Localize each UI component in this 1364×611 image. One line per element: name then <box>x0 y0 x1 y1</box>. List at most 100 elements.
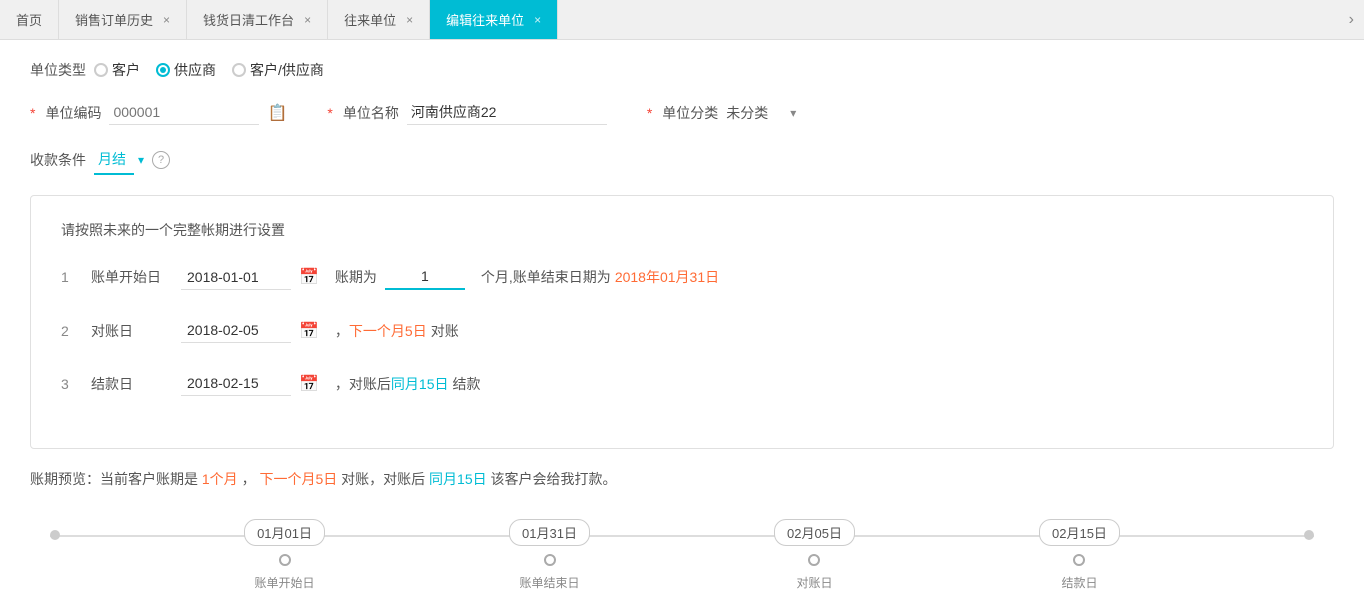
name-group: * 单位名称 <box>327 100 606 125</box>
category-label: 单位分类 <box>662 103 718 123</box>
radio-customer-circle <box>94 63 108 77</box>
timeline-right-end <box>1304 530 1314 540</box>
setting-label-2: 对账日 <box>91 321 181 341</box>
tab-edit-partner-close[interactable]: × <box>534 13 541 27</box>
preview-text: 账期预览：当前客户账期是 1个月 ， 下一个月5日 对账，对账后 同月15日 该… <box>30 469 1334 489</box>
tab-arrow[interactable]: › <box>1339 0 1364 39</box>
name-required-star: * <box>327 105 332 121</box>
radio-supplier-circle <box>156 63 170 77</box>
radio-customer[interactable]: 客户 <box>94 60 140 80</box>
timeline-point-4: 02月15日 结款日 <box>1039 519 1120 591</box>
radio-customer-supplier-label: 客户/供应商 <box>250 60 324 80</box>
timeline-dot-1 <box>279 554 291 566</box>
reconcile-date-input[interactable] <box>181 318 291 343</box>
code-group: * 单位编码 📋 <box>30 100 287 125</box>
reconcile-text-after: 对账 <box>431 321 459 341</box>
radio-customer-supplier[interactable]: 客户/供应商 <box>232 60 324 80</box>
timeline-point-1: 01月01日 账单开始日 <box>244 519 325 591</box>
code-calendar-icon[interactable]: 📋 <box>267 103 287 123</box>
tab-cash-work[interactable]: 钱货日清工作台 × <box>187 0 328 39</box>
code-label: 单位编码 <box>45 103 101 123</box>
preview-suffix: 该客户会给我打款。 <box>491 471 617 487</box>
code-required-star: * <box>30 105 35 121</box>
tab-sales-history-label: 销售订单历史 <box>75 10 153 29</box>
timeline-date-4: 02月15日 <box>1039 519 1120 546</box>
unit-type-row: 单位类型 客户 供应商 客户/供应商 <box>30 60 1334 80</box>
timeline-caption-1: 账单开始日 <box>255 574 315 591</box>
bill-end-date-highlight: 2018年01月31日 <box>615 267 719 287</box>
radio-supplier[interactable]: 供应商 <box>156 60 216 80</box>
category-dropdown[interactable]: 未分类 ▾ <box>726 103 796 123</box>
category-required-star: * <box>647 105 652 121</box>
radio-customer-supplier-circle <box>232 63 246 77</box>
payment-help-icon[interactable]: ? <box>152 151 170 169</box>
tab-cash-work-close[interactable]: × <box>304 13 311 27</box>
payment-select[interactable]: 月结 ▾ <box>94 145 144 175</box>
reconcile-date-calendar-icon[interactable]: 📅 <box>299 321 319 341</box>
preview-orange2: 下一个月5日 <box>259 471 337 487</box>
period-input[interactable] <box>385 264 465 290</box>
setting-box: 请按照未来的一个完整帐期进行设置 1 账单开始日 📅 账期为 个月,账单结束日期… <box>30 195 1334 449</box>
tab-partner-unit-close[interactable]: × <box>406 13 413 27</box>
payment-row: 收款条件 月结 ▾ ? <box>30 145 1334 175</box>
payment-select-arrow: ▾ <box>138 153 144 167</box>
category-dropdown-arrow: ▾ <box>790 106 796 120</box>
timeline-dot-4 <box>1073 554 1085 566</box>
setting-hint: 请按照未来的一个完整帐期进行设置 <box>61 220 1303 240</box>
preview-orange1: 1个月 <box>202 471 238 487</box>
tab-sales-history[interactable]: 销售订单历史 × <box>59 0 187 39</box>
setting-row-2: 2 对账日 📅 ， 下一个月5日 对账 <box>61 318 1303 343</box>
payment-text-after: 结款 <box>453 374 481 394</box>
tab-partner-unit-label: 往来单位 <box>344 10 396 29</box>
payment-same-month-highlight: 同月15日 <box>391 374 449 394</box>
timeline-point-3: 02月05日 对账日 <box>774 519 855 591</box>
category-value: 未分类 <box>726 103 786 123</box>
reconcile-comma: ， <box>335 321 349 341</box>
tab-edit-partner[interactable]: 编辑往来单位 × <box>430 0 558 39</box>
period-text-before: 账期为 <box>335 267 377 287</box>
tab-partner-unit[interactable]: 往来单位 × <box>328 0 430 39</box>
setting-row-1: 1 账单开始日 📅 账期为 个月,账单结束日期为 2018年01月31日 <box>61 264 1303 290</box>
preview-teal1: 同月15日 <box>429 471 487 487</box>
timeline-point-2: 01月31日 账单结束日 <box>509 519 590 591</box>
tab-sales-history-close[interactable]: × <box>163 13 170 27</box>
timeline-dot-2 <box>544 554 556 566</box>
payment-comma: ，对账后 <box>335 374 391 394</box>
period-text-after: 个月,账单结束日期为 <box>481 267 611 287</box>
timeline-left-end <box>50 530 60 540</box>
category-group: * 单位分类 未分类 ▾ <box>647 103 796 123</box>
tab-edit-partner-label: 编辑往来单位 <box>446 10 524 29</box>
start-date-input[interactable] <box>181 265 291 290</box>
unit-type-label: 单位类型 <box>30 60 86 80</box>
payment-date-calendar-icon[interactable]: 📅 <box>299 374 319 394</box>
setting-row-3: 3 结款日 📅 ，对账后 同月15日 结款 <box>61 371 1303 396</box>
timeline-date-1: 01月01日 <box>244 519 325 546</box>
tab-home[interactable]: 首页 <box>0 0 59 39</box>
preview-middle2: 对账，对账后 <box>341 471 425 487</box>
timeline-wrapper: 01月01日 账单开始日 01月31日 账单结束日 02月05日 对账日 02月… <box>30 519 1334 591</box>
code-name-category-row: * 单位编码 📋 * 单位名称 * 单位分类 未分类 ▾ <box>30 100 1334 125</box>
timeline-caption-3: 对账日 <box>796 574 832 591</box>
tab-home-label: 首页 <box>16 10 42 29</box>
timeline-date-2: 01月31日 <box>509 519 590 546</box>
tab-cash-work-label: 钱货日清工作台 <box>203 10 294 29</box>
reconcile-next-highlight: 下一个月5日 <box>349 321 427 341</box>
tab-bar: 首页 销售订单历史 × 钱货日清工作台 × 往来单位 × 编辑往来单位 × › <box>0 0 1364 40</box>
preview-prefix: 账期预览：当前客户账期是 <box>30 471 198 487</box>
setting-label-3: 结款日 <box>91 374 181 394</box>
payment-group: 收款条件 月结 ▾ ? <box>30 145 170 175</box>
timeline-points: 01月01日 账单开始日 01月31日 账单结束日 02月05日 对账日 02月… <box>50 519 1314 591</box>
payment-date-input[interactable] <box>181 371 291 396</box>
setting-num-2: 2 <box>61 323 91 339</box>
setting-label-1: 账单开始日 <box>91 267 181 287</box>
name-input[interactable] <box>407 100 607 125</box>
payment-label: 收款条件 <box>30 150 86 170</box>
preview-middle1: ， <box>242 471 256 487</box>
timeline-dot-3 <box>808 554 820 566</box>
payment-value: 月结 <box>94 145 134 175</box>
name-label: 单位名称 <box>343 103 399 123</box>
start-date-calendar-icon[interactable]: 📅 <box>299 267 319 287</box>
timeline-caption-2: 账单结束日 <box>520 574 580 591</box>
timeline-date-3: 02月05日 <box>774 519 855 546</box>
code-input[interactable] <box>109 100 259 125</box>
